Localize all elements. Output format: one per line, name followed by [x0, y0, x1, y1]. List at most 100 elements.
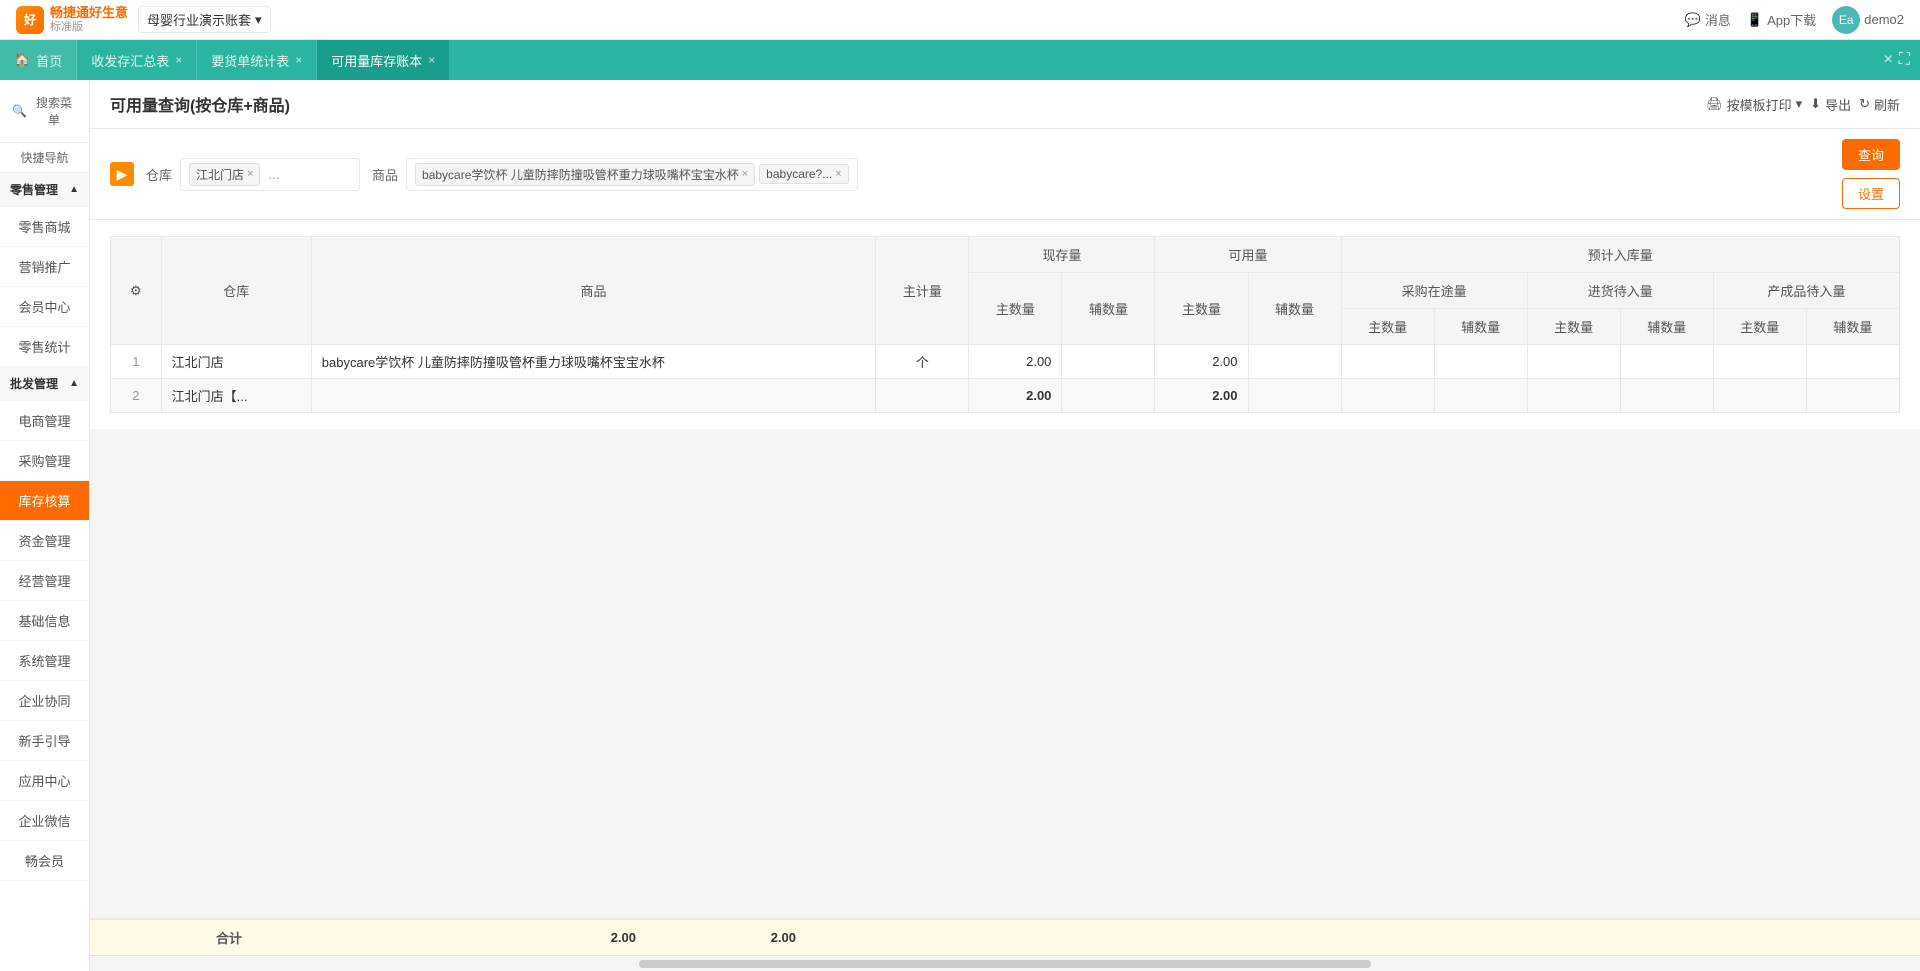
download-icon: 📱 — [1747, 12, 1763, 28]
th-purchase-transit: 采购在途量 — [1341, 273, 1527, 309]
th-gear[interactable]: ⚙ — [111, 237, 162, 345]
th-production-main: 主数量 — [1713, 309, 1806, 345]
cell-current-aux — [1062, 379, 1155, 413]
footer-available-total: 2.00 — [716, 928, 796, 947]
page-header: 可用量查询(按仓库+商品) 🖨 按模板打印 ▾ ⬇ 导出 ↻ 刷新 — [90, 80, 1920, 129]
template-print-btn[interactable]: 🖨 按模板打印 ▾ — [1706, 95, 1802, 114]
settings-btn[interactable]: 设置 — [1842, 178, 1900, 209]
tab-order-stats[interactable]: 要货单统计表 × — [197, 40, 317, 80]
warehouse-filter-tags[interactable]: 江北门店 × ... — [180, 158, 360, 191]
th-available: 可用量 — [1155, 237, 1341, 273]
cell-production-aux — [1806, 345, 1899, 379]
th-production-aux: 辅数量 — [1806, 309, 1899, 345]
export-icon: ⬇ — [1810, 96, 1821, 112]
table-footer: 合计 2.00 2.00 — [90, 918, 1920, 955]
tab-receive-send[interactable]: 收发存汇总表 × — [77, 40, 197, 80]
filter-btn-group: 查询 设置 — [1842, 139, 1900, 209]
th-current-main: 主数量 — [969, 273, 1062, 345]
tab-controls: × ⛶ — [1873, 40, 1920, 80]
cell-inbound-aux — [1620, 379, 1713, 413]
sidebar-item-retail-mall[interactable]: 零售商城 — [0, 207, 89, 247]
cell-current-aux — [1062, 345, 1155, 379]
sidebar-item-system[interactable]: 系统管理 — [0, 641, 89, 681]
cell-avail-aux — [1248, 345, 1341, 379]
search-menu-btn[interactable]: 🔍 搜索菜单 — [8, 90, 81, 132]
th-purchase-main: 主数量 — [1341, 309, 1434, 345]
sidebar-item-member[interactable]: 会员中心 — [0, 287, 89, 327]
company-selector[interactable]: 母婴行业演示账套 ▾ — [138, 6, 271, 33]
sidebar: 🔍 搜索菜单 快捷导航 零售管理 ▲ 零售商城 营销推广 会员中心 零售统计 批… — [0, 80, 90, 971]
tab-close-icon[interactable]: × — [428, 53, 435, 67]
logo-icon: 好 — [16, 6, 44, 34]
tab-home[interactable]: 🏠 首页 — [0, 40, 77, 80]
sidebar-item-basic-info[interactable]: 基础信息 — [0, 601, 89, 641]
sidebar-item-purchase[interactable]: 采购管理 — [0, 441, 89, 481]
product-tag-2: babycare?... × — [759, 164, 848, 184]
expand-tab-btn[interactable]: ⛶ — [1899, 51, 1910, 69]
sidebar-item-inventory[interactable]: 库存核算 — [0, 481, 89, 521]
chevron-icon: ▲ — [69, 378, 79, 389]
sidebar-item-enterprise-wechat[interactable]: 企业微信 — [0, 801, 89, 841]
app-download-btn[interactable]: 📱 App下载 — [1747, 10, 1816, 29]
message-btn[interactable]: 💬 消息 — [1685, 10, 1731, 29]
sidebar-item-new-guide[interactable]: 新手引导 — [0, 721, 89, 761]
th-available-aux: 辅数量 — [1248, 273, 1341, 345]
avatar: Ea — [1832, 6, 1860, 34]
chevron-down-icon: ▾ — [1796, 96, 1803, 112]
refresh-icon: ↻ — [1859, 96, 1870, 112]
remove-product-tag-2-btn[interactable]: × — [835, 168, 841, 180]
cell-warehouse: 江北门店【... — [161, 379, 311, 413]
cell-avail-main: 2.00 — [1155, 379, 1248, 413]
footer-label: 合计 — [216, 928, 496, 947]
cell-purchase-aux — [1434, 379, 1527, 413]
sidebar-item-retail-mgmt[interactable]: 零售管理 ▲ — [0, 173, 89, 207]
table-wrapper: ⚙ 仓库 商品 主计量 现存量 可用量 预计入库量 主数量 辅数量 主数量 — [90, 220, 1920, 918]
remove-product-tag-1-btn[interactable]: × — [742, 168, 748, 180]
remove-warehouse-tag-btn[interactable]: × — [247, 168, 253, 180]
warehouse-ellipsis[interactable]: ... — [264, 167, 283, 182]
sidebar-item-operations[interactable]: 经营管理 — [0, 561, 89, 601]
sidebar-item-enterprise[interactable]: 企业协同 — [0, 681, 89, 721]
sidebar-search-area: 🔍 搜索菜单 — [0, 80, 89, 143]
product-filter-tags[interactable]: babycare学饮杯 儿童防摔防撞吸管杯重力球吸嘴杯宝宝水杯 × babyca… — [406, 158, 858, 191]
sidebar-item-retail-stats[interactable]: 零售统计 — [0, 327, 89, 367]
close-all-tabs-btn[interactable]: × — [1883, 51, 1892, 69]
tab-close-icon[interactable]: × — [295, 53, 302, 67]
query-btn[interactable]: 查询 — [1842, 139, 1900, 170]
product-filter-group: 商品 babycare学饮杯 儿童防摔防撞吸管杯重力球吸嘴杯宝宝水杯 × bab… — [372, 158, 858, 191]
footer-current-total: 2.00 — [556, 928, 636, 947]
cell-avail-aux — [1248, 379, 1341, 413]
footer-table: 合计 2.00 2.00 — [110, 928, 1900, 947]
refresh-btn[interactable]: ↻ 刷新 — [1859, 95, 1900, 114]
sidebar-item-app-center[interactable]: 应用中心 — [0, 761, 89, 801]
cell-purchase-main — [1341, 379, 1434, 413]
warehouse-tag: 江北门店 × — [189, 163, 260, 186]
th-inbound-pending: 进货待入量 — [1527, 273, 1713, 309]
sidebar-item-marketing[interactable]: 营销推广 — [0, 247, 89, 287]
sidebar-item-wholesale-mgmt[interactable]: 批发管理 ▲ — [0, 367, 89, 401]
quick-nav-btn[interactable]: 快捷导航 — [0, 143, 89, 173]
sidebar-item-vip-member[interactable]: 畅会员 — [0, 841, 89, 881]
th-product: 商品 — [311, 237, 876, 345]
cell-product: babycare学饮杯 儿童防摔防撞吸管杯重力球吸嘴杯宝宝水杯 — [311, 345, 876, 379]
cell-avail-main: 2.00 — [1155, 345, 1248, 379]
tab-available-stock[interactable]: 可用量库存账本 × — [317, 40, 450, 80]
main-layout: 🔍 搜索菜单 快捷导航 零售管理 ▲ 零售商城 营销推广 会员中心 零售统计 批… — [0, 80, 1920, 971]
sidebar-item-finance[interactable]: 资金管理 — [0, 521, 89, 561]
expand-filter-btn[interactable]: ▶ — [110, 162, 134, 186]
search-icon: 🔍 — [12, 104, 27, 118]
chevron-icon: ▲ — [69, 184, 79, 195]
message-icon: 💬 — [1685, 12, 1701, 28]
page-title: 可用量查询(按仓库+商品) — [110, 92, 290, 116]
product-tag-1: babycare学饮杯 儿童防摔防撞吸管杯重力球吸嘴杯宝宝水杯 × — [415, 163, 755, 186]
cell-production-aux — [1806, 379, 1899, 413]
tab-close-icon[interactable]: × — [175, 53, 182, 67]
cell-index: 2 — [111, 379, 162, 413]
sidebar-item-ecommerce[interactable]: 电商管理 — [0, 401, 89, 441]
export-btn[interactable]: ⬇ 导出 — [1810, 95, 1851, 114]
scrollbar-thumb[interactable] — [639, 960, 1371, 968]
user-profile[interactable]: Ea demo2 — [1832, 6, 1904, 34]
horizontal-scrollbar[interactable] — [90, 955, 1920, 971]
th-inbound-main: 主数量 — [1527, 309, 1620, 345]
cell-inbound-main — [1527, 345, 1620, 379]
